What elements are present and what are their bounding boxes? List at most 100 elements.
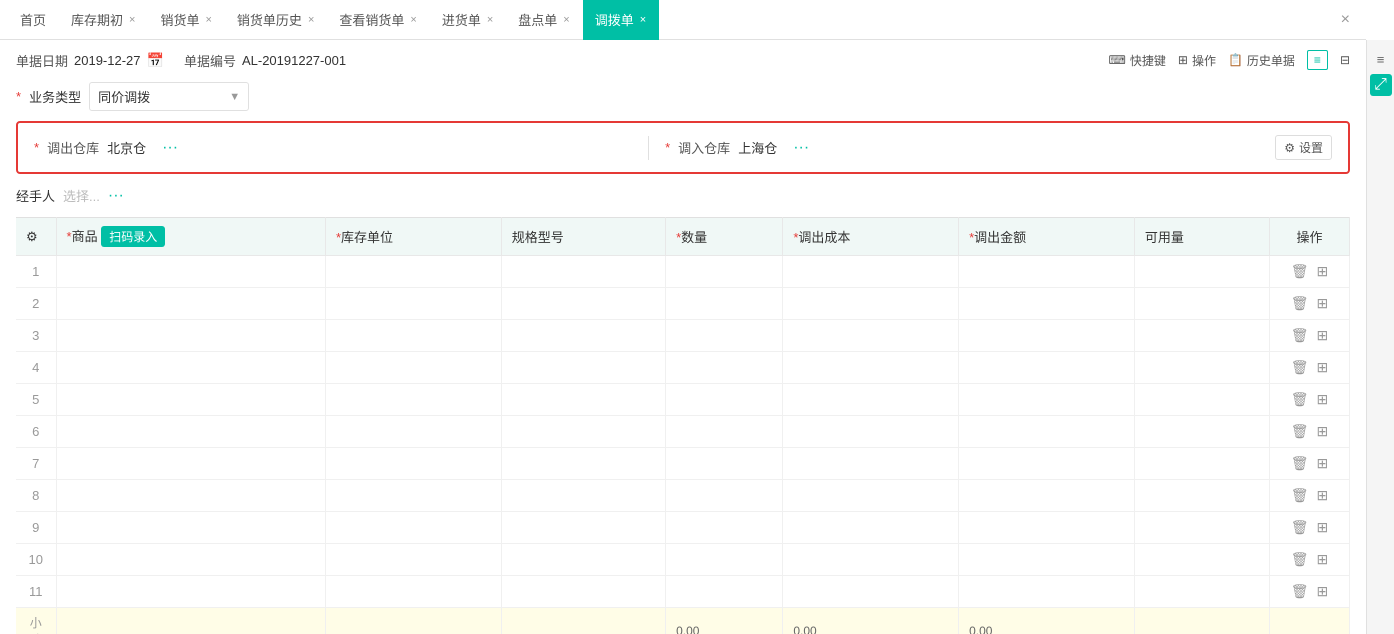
- delete-icon[interactable]: 🗑: [1291, 551, 1309, 568]
- delete-icon[interactable]: 🗑: [1291, 391, 1309, 408]
- cell-spec[interactable]: [501, 480, 665, 512]
- delete-icon[interactable]: 🗑: [1291, 519, 1309, 536]
- cell-cost[interactable]: [783, 256, 959, 288]
- cell-cost[interactable]: [783, 352, 959, 384]
- tab-close-stocktake[interactable]: ×: [563, 14, 569, 26]
- cell-available[interactable]: [1134, 384, 1269, 416]
- cell-amount[interactable]: [959, 448, 1135, 480]
- tab-close-sales[interactable]: ×: [205, 14, 211, 26]
- cell-spec[interactable]: [501, 512, 665, 544]
- cell-cost[interactable]: [783, 544, 959, 576]
- cell-available[interactable]: [1134, 512, 1269, 544]
- copy-icon[interactable]: ⊞: [1317, 455, 1329, 472]
- cell-amount[interactable]: [959, 480, 1135, 512]
- tab-close-sales-history[interactable]: ×: [308, 14, 314, 26]
- tab-stocktake[interactable]: 盘点单 ×: [506, 0, 582, 40]
- cell-goods[interactable]: [56, 352, 325, 384]
- cell-unit[interactable]: [325, 352, 501, 384]
- th-settings[interactable]: ⚙: [16, 218, 56, 256]
- cell-spec[interactable]: [501, 544, 665, 576]
- copy-icon[interactable]: ⊞: [1317, 423, 1329, 440]
- cell-spec[interactable]: [501, 256, 665, 288]
- cell-qty[interactable]: [666, 384, 783, 416]
- cell-available[interactable]: [1134, 576, 1269, 608]
- cell-spec[interactable]: [501, 384, 665, 416]
- cell-qty[interactable]: [666, 576, 783, 608]
- cell-unit[interactable]: [325, 384, 501, 416]
- sidebar-expand-btn[interactable]: ⤢: [1370, 74, 1392, 96]
- cell-goods[interactable]: [56, 544, 325, 576]
- cell-spec[interactable]: [501, 320, 665, 352]
- cell-cost[interactable]: [783, 320, 959, 352]
- calendar-icon[interactable]: 📅: [147, 52, 164, 69]
- delete-icon[interactable]: 🗑: [1291, 487, 1309, 504]
- wh-in-more-btn[interactable]: ···: [793, 139, 809, 157]
- copy-icon[interactable]: ⊞: [1317, 487, 1329, 504]
- cell-cost[interactable]: [783, 512, 959, 544]
- copy-icon[interactable]: ⊞: [1317, 295, 1329, 312]
- cell-unit[interactable]: [325, 480, 501, 512]
- copy-icon[interactable]: ⊞: [1317, 263, 1329, 280]
- cell-unit[interactable]: [325, 256, 501, 288]
- person-more-btn[interactable]: ···: [108, 187, 124, 205]
- cell-goods[interactable]: [56, 512, 325, 544]
- copy-icon[interactable]: ⊞: [1317, 583, 1329, 600]
- cell-goods[interactable]: [56, 288, 325, 320]
- cell-cost[interactable]: [783, 480, 959, 512]
- tab-close-transfer[interactable]: ×: [640, 14, 646, 26]
- cell-goods[interactable]: [56, 576, 325, 608]
- tab-sales-history[interactable]: 销货单历史 ×: [225, 0, 327, 40]
- cell-unit[interactable]: [325, 320, 501, 352]
- cell-amount[interactable]: [959, 288, 1135, 320]
- delete-icon[interactable]: 🗑: [1291, 455, 1309, 472]
- cell-unit[interactable]: [325, 544, 501, 576]
- cell-spec[interactable]: [501, 352, 665, 384]
- cell-cost[interactable]: [783, 448, 959, 480]
- cell-qty[interactable]: [666, 448, 783, 480]
- cell-cost[interactable]: [783, 576, 959, 608]
- copy-icon[interactable]: ⊞: [1317, 327, 1329, 344]
- cell-goods[interactable]: [56, 448, 325, 480]
- cell-amount[interactable]: [959, 320, 1135, 352]
- layout-alt-btn[interactable]: ⊟: [1340, 53, 1350, 67]
- delete-icon[interactable]: 🗑: [1291, 359, 1309, 376]
- copy-icon[interactable]: ⊞: [1317, 551, 1329, 568]
- cell-cost[interactable]: [783, 288, 959, 320]
- copy-icon[interactable]: ⊞: [1317, 391, 1329, 408]
- cell-goods[interactable]: [56, 480, 325, 512]
- cell-cost[interactable]: [783, 416, 959, 448]
- tab-view-sales[interactable]: 查看销货单 ×: [327, 0, 429, 40]
- cell-qty[interactable]: [666, 288, 783, 320]
- cell-unit[interactable]: [325, 512, 501, 544]
- cell-spec[interactable]: [501, 288, 665, 320]
- cell-unit[interactable]: [325, 416, 501, 448]
- cell-qty[interactable]: [666, 352, 783, 384]
- sidebar-list-btn[interactable]: ≡: [1370, 48, 1392, 70]
- cell-available[interactable]: [1134, 320, 1269, 352]
- layout-btn[interactable]: ≡: [1307, 50, 1328, 70]
- warehouse-settings-btn[interactable]: ⚙ 设置: [1275, 135, 1332, 160]
- delete-icon[interactable]: 🗑: [1291, 583, 1309, 600]
- cell-amount[interactable]: [959, 384, 1135, 416]
- cell-available[interactable]: [1134, 416, 1269, 448]
- delete-icon[interactable]: 🗑: [1291, 327, 1309, 344]
- history-btn[interactable]: 📋 历史单据: [1228, 52, 1295, 69]
- delete-icon[interactable]: 🗑: [1291, 423, 1309, 440]
- tab-close-inventory-init[interactable]: ×: [129, 14, 135, 26]
- cell-cost[interactable]: [783, 384, 959, 416]
- cell-amount[interactable]: [959, 352, 1135, 384]
- delete-icon[interactable]: 🗑: [1291, 263, 1309, 280]
- cell-goods[interactable]: [56, 416, 325, 448]
- cell-qty[interactable]: [666, 512, 783, 544]
- cell-qty[interactable]: [666, 480, 783, 512]
- cell-goods[interactable]: [56, 256, 325, 288]
- cell-amount[interactable]: [959, 256, 1135, 288]
- operations-btn[interactable]: ⊞ 操作: [1178, 52, 1216, 69]
- cell-amount[interactable]: [959, 544, 1135, 576]
- cell-spec[interactable]: [501, 448, 665, 480]
- cell-available[interactable]: [1134, 288, 1269, 320]
- copy-icon[interactable]: ⊞: [1317, 359, 1329, 376]
- cell-available[interactable]: [1134, 544, 1269, 576]
- person-select[interactable]: 选择...: [63, 186, 100, 205]
- tab-transfer[interactable]: 调拨单 ×: [583, 0, 659, 40]
